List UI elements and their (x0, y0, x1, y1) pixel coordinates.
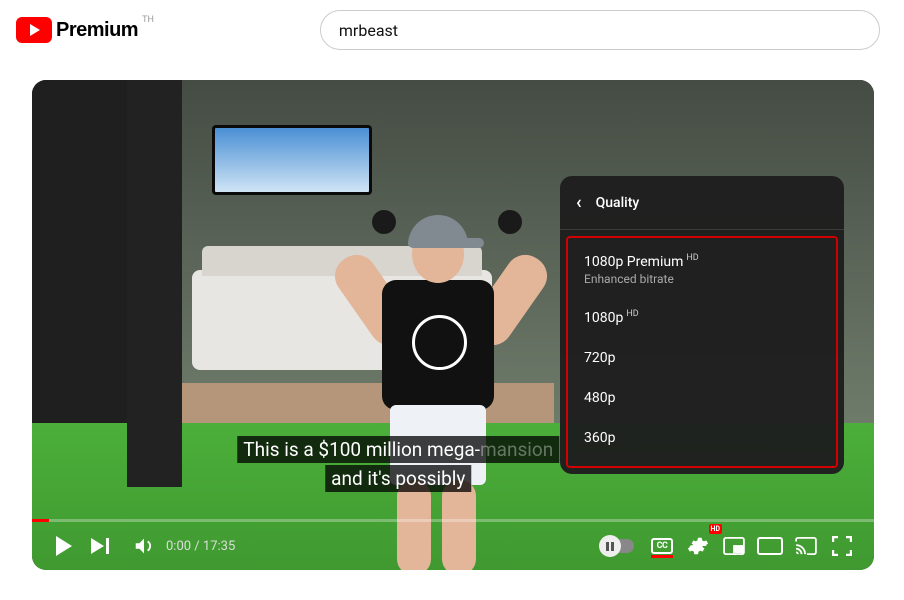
quality-option-360p[interactable]: 360p (568, 418, 836, 458)
gear-icon (687, 535, 709, 557)
fullscreen-button[interactable] (824, 528, 860, 564)
theater-icon (757, 537, 783, 555)
caption-text: This is a $100 million mega- (243, 438, 480, 461)
pause-icon (599, 535, 621, 557)
captions: This is a $100 million mega-mansion and … (237, 434, 559, 492)
logo-text: Premium (56, 19, 138, 42)
quality-option-1080p-premium[interactable]: 1080p PremiumHD Enhanced bitrate (568, 242, 836, 298)
quality-option-1080p[interactable]: 1080pHD (568, 298, 836, 338)
volume-button[interactable] (126, 528, 162, 564)
player-controls: 0:00 / 17:35 CC HD (32, 522, 874, 570)
cast-button[interactable] (788, 528, 824, 564)
next-icon (91, 538, 109, 554)
search-value: mrbeast (339, 21, 398, 40)
region-superscript: TH (142, 15, 154, 25)
quality-option-480p[interactable]: 480p (568, 378, 836, 418)
play-button[interactable] (46, 528, 82, 564)
quality-back-button[interactable]: ‹ (576, 192, 582, 213)
quality-option-720p[interactable]: 720p (568, 338, 836, 378)
theater-mode-button[interactable] (752, 528, 788, 564)
youtube-play-icon (16, 17, 52, 43)
caption-ghost-text: mansion (480, 438, 553, 461)
quality-options-highlight: 1080p PremiumHD Enhanced bitrate 1080pHD… (566, 236, 838, 468)
caption-text: and it's possibly (325, 465, 471, 492)
next-button[interactable] (82, 528, 118, 564)
search-input[interactable]: mrbeast (320, 10, 880, 50)
cc-icon: CC (651, 538, 673, 554)
video-player[interactable]: This is a $100 million mega-mansion and … (32, 80, 874, 570)
time-display: 0:00 / 17:35 (166, 539, 235, 554)
autoplay-toggle[interactable] (600, 539, 634, 553)
hd-badge: HD (709, 524, 723, 534)
fullscreen-icon (832, 536, 852, 556)
header: Premium TH mrbeast (0, 0, 904, 60)
quality-menu: ‹ Quality 1080p PremiumHD Enhanced bitra… (560, 176, 844, 474)
play-icon (56, 536, 72, 556)
youtube-logo[interactable]: Premium TH (16, 17, 150, 43)
miniplayer-icon (723, 537, 745, 555)
cast-icon (795, 537, 817, 555)
volume-icon (133, 535, 155, 557)
settings-button[interactable]: HD (680, 528, 716, 564)
captions-button[interactable]: CC (644, 528, 680, 564)
quality-title: Quality (596, 195, 640, 211)
